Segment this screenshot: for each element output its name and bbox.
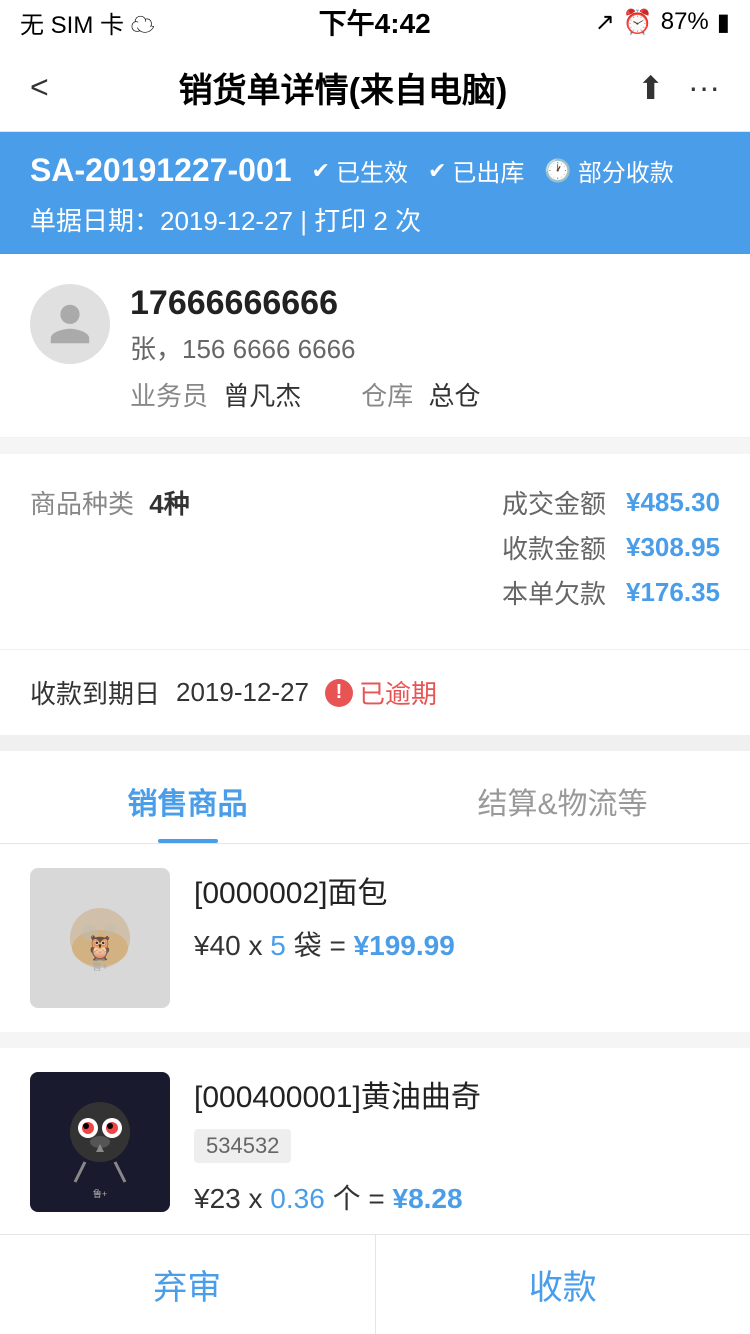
status-left: 无 SIM 卡 ☁ xyxy=(20,5,155,40)
warehouse-field: 仓库 总仓 xyxy=(361,376,480,413)
warehouse-value: 总仓 xyxy=(429,381,481,411)
stats-section: 商品种类 4种 成交金额 ¥485.30 收款金额 ¥308.95 本单欠款 ¥… xyxy=(0,454,750,650)
check-icon-1: ✔ xyxy=(312,158,330,184)
status-bar: 无 SIM 卡 ☁ 下午4:42 ↗ ⏰ 87% ▮ xyxy=(0,0,750,44)
product-total-2: ¥8.28 xyxy=(393,1183,463,1214)
svg-text:🦉: 🦉 xyxy=(85,935,115,962)
alarm-icon: ⏰ xyxy=(623,8,653,37)
product-list: 🦉 鲁+ [0000002]面包 ¥40 x 5 袋 = ¥199.99 xyxy=(0,844,750,1241)
nav-right: ⬆ ··· xyxy=(637,69,720,107)
product-thumbnail-1: 🦉 鲁+ xyxy=(30,868,170,1008)
product-price-2: ¥23 x 0.36 个 = ¥8.28 xyxy=(194,1177,720,1217)
due-label: 收款到期日 xyxy=(30,674,160,711)
svg-text:鲁+: 鲁+ xyxy=(93,1188,107,1199)
nav-left: < xyxy=(30,69,49,106)
product-item-2: 鲁+ [000400001]黄油曲奇 534532 ¥23 x 0.36 个 =… xyxy=(0,1048,750,1241)
tab-settlement[interactable]: 结算&物流等 xyxy=(375,751,750,843)
battery-level: 87% xyxy=(661,8,709,36)
sim-status: 无 SIM 卡 ☁ xyxy=(20,5,155,40)
product-info-2: [000400001]黄油曲奇 534532 ¥23 x 0.36 个 = ¥8… xyxy=(194,1072,720,1217)
warehouse-label: 仓库 xyxy=(361,381,413,411)
share-button[interactable]: ⬆ xyxy=(637,69,664,107)
clock-icon: 🕐 xyxy=(544,158,571,184)
tabs: 销售商品 结算&物流等 xyxy=(0,751,750,844)
received-row: 收款金额 ¥308.95 xyxy=(502,529,720,566)
product-info-1: [0000002]面包 ¥40 x 5 袋 = ¥199.99 xyxy=(194,868,720,964)
avatar-icon xyxy=(46,300,94,348)
salesperson-label: 业务员 xyxy=(130,381,208,411)
avatar xyxy=(30,284,110,364)
order-number: SA-20191227-001 xyxy=(30,152,292,189)
type-value: 4种 xyxy=(149,489,189,519)
battery-icon: ▮ xyxy=(717,8,730,37)
location-icon: ↗ xyxy=(595,8,615,37)
salesperson-value: 曾凡杰 xyxy=(223,381,301,411)
customer-id: 17666666666 xyxy=(130,284,720,323)
banner-date-line: 单据日期：2019-12-27 | 打印 2 次 xyxy=(30,201,720,238)
status-time: 下午4:42 xyxy=(319,2,431,42)
confirm-button[interactable]: 收款 xyxy=(376,1235,750,1334)
customer-name-phone: 张，156 6666 6666 xyxy=(130,329,720,366)
check-icon-2: ✔ xyxy=(428,158,446,184)
customer-meta: 业务员 曾凡杰 仓库 总仓 xyxy=(130,376,720,413)
owed-row: 本单欠款 ¥176.35 xyxy=(502,574,720,611)
more-button[interactable]: ··· xyxy=(688,69,720,106)
customer-info: 17666666666 张，156 6666 6666 业务员 曾凡杰 仓库 总… xyxy=(130,284,720,413)
owed-value: ¥176.35 xyxy=(626,577,720,608)
owl-image: 鲁+ xyxy=(40,1082,160,1202)
amount-label: 成交金额 xyxy=(502,484,606,521)
amount-row: 成交金额 ¥485.30 xyxy=(502,484,720,521)
bread-image: 🦉 鲁+ xyxy=(60,898,140,978)
product-code-2: [000400001] xyxy=(194,1081,361,1114)
customer-section: 17666666666 张，156 6666 6666 业务员 曾凡杰 仓库 总… xyxy=(0,254,750,438)
badge-effective: ✔ 已生效 xyxy=(312,153,408,188)
badge-partial-text: 部分收款 xyxy=(578,153,674,188)
due-date: 2019-12-27 xyxy=(176,677,309,708)
received-label: 收款金额 xyxy=(502,529,606,566)
type-label: 商品种类 xyxy=(30,489,134,519)
cancel-button[interactable]: 弃审 xyxy=(0,1235,376,1334)
status-right: ↗ ⏰ 87% ▮ xyxy=(595,8,730,37)
stats-right: 成交金额 ¥485.30 收款金额 ¥308.95 本单欠款 ¥176.35 xyxy=(502,484,720,619)
header-banner: SA-20191227-001 ✔ 已生效 ✔ 已出库 🕐 部分收款 单据日期：… xyxy=(0,132,750,254)
product-thumbnail-2: 鲁+ xyxy=(30,1072,170,1212)
amount-value: ¥485.30 xyxy=(626,487,720,518)
due-section: 收款到期日 2019-12-27 ! 已逾期 xyxy=(0,650,750,751)
product-total-1: ¥199.99 xyxy=(354,930,455,961)
received-value: ¥308.95 xyxy=(626,532,720,563)
product-qty-1: 5 xyxy=(270,930,286,961)
overdue-badge: ! 已逾期 xyxy=(325,674,437,711)
salesperson-field: 业务员 曾凡杰 xyxy=(130,376,301,413)
stats-left: 商品种类 4种 xyxy=(30,484,190,521)
svg-text:鲁+: 鲁+ xyxy=(92,960,108,973)
banner-row1: SA-20191227-001 ✔ 已生效 ✔ 已出库 🕐 部分收款 xyxy=(30,152,720,189)
product-item: 🦉 鲁+ [0000002]面包 ¥40 x 5 袋 = ¥199.99 xyxy=(0,844,750,1032)
product-sku-2: 534532 xyxy=(194,1129,291,1163)
overdue-icon: ! xyxy=(325,679,353,707)
bottom-bar: 弃审 收款 xyxy=(0,1234,750,1334)
nav-bar: < 销货单详情(来自电脑) ⬆ ··· xyxy=(0,44,750,132)
badge-shipped: ✔ 已出库 xyxy=(428,153,524,188)
page-title: 销货单详情(来自电脑) xyxy=(179,63,508,112)
product-name-1: [0000002]面包 xyxy=(194,868,720,912)
back-button[interactable]: < xyxy=(30,69,49,106)
product-price-1: ¥40 x 5 袋 = ¥199.99 xyxy=(194,924,720,964)
badge-effective-text: 已生效 xyxy=(336,153,408,188)
product-name-2: [000400001]黄油曲奇 xyxy=(194,1072,720,1116)
tab-sales-goods[interactable]: 销售商品 xyxy=(0,751,375,843)
badge-shipped-text: 已出库 xyxy=(452,153,524,188)
product-qty-2: 0.36 xyxy=(270,1183,325,1214)
badge-partial: 🕐 部分收款 xyxy=(544,153,673,188)
product-code-1: [0000002] xyxy=(194,877,327,910)
overdue-text: 已逾期 xyxy=(359,674,437,711)
owed-label: 本单欠款 xyxy=(502,574,606,611)
